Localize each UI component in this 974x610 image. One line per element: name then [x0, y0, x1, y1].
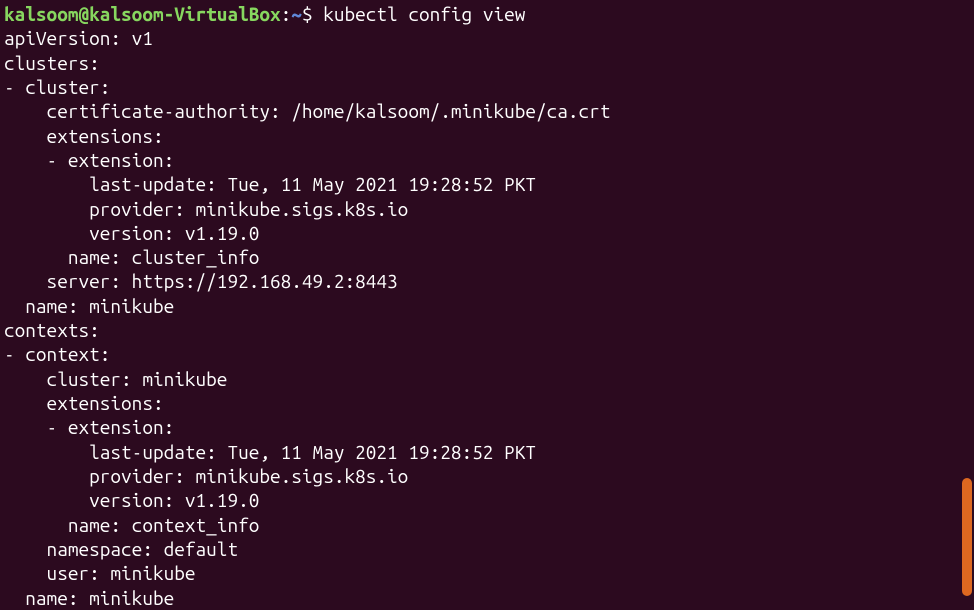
output-line: version: v1.19.0: [4, 222, 259, 244]
output-line: - cluster:: [4, 76, 110, 98]
output-line: namespace: default: [4, 538, 238, 560]
output-line: cluster: minikube: [4, 368, 227, 390]
output-line: - context:: [4, 343, 110, 365]
output-line: version: v1.19.0: [4, 489, 259, 511]
terminal-output[interactable]: kalsoom@kalsoom-VirtualBox:~$ kubectl co…: [4, 2, 970, 610]
prompt-user-host: kalsoom@kalsoom-VirtualBox: [4, 3, 281, 25]
scrollbar-track[interactable]: [960, 0, 972, 604]
prompt-separator: :: [281, 3, 292, 25]
output-line: apiVersion: v1: [4, 27, 153, 49]
prompt-dollar: $: [302, 3, 313, 25]
output-line: certificate-authority: /home/kalsoom/.mi…: [4, 100, 610, 122]
scrollbar-thumb[interactable]: [962, 478, 972, 596]
output-line: extensions:: [4, 392, 164, 414]
output-line: extensions:: [4, 125, 164, 147]
output-line: name: cluster_info: [4, 246, 259, 268]
output-line: - extension:: [4, 416, 174, 438]
output-line: clusters:: [4, 52, 100, 74]
prompt-path: ~: [291, 3, 302, 25]
output-line: - extension:: [4, 149, 174, 171]
output-line: server: https://192.168.49.2:8443: [4, 270, 398, 292]
output-line: name: minikube: [4, 587, 174, 609]
command-text: kubectl config view: [323, 3, 525, 25]
output-line: provider: minikube.sigs.k8s.io: [4, 465, 408, 487]
output-line: name: context_info: [4, 514, 259, 536]
output-line: user: minikube: [4, 562, 196, 584]
output-line: name: minikube: [4, 295, 174, 317]
output-line: last-update: Tue, 11 May 2021 19:28:52 P…: [4, 173, 536, 195]
output-line: last-update: Tue, 11 May 2021 19:28:52 P…: [4, 441, 536, 463]
output-line: provider: minikube.sigs.k8s.io: [4, 198, 408, 220]
output-line: contexts:: [4, 319, 100, 341]
